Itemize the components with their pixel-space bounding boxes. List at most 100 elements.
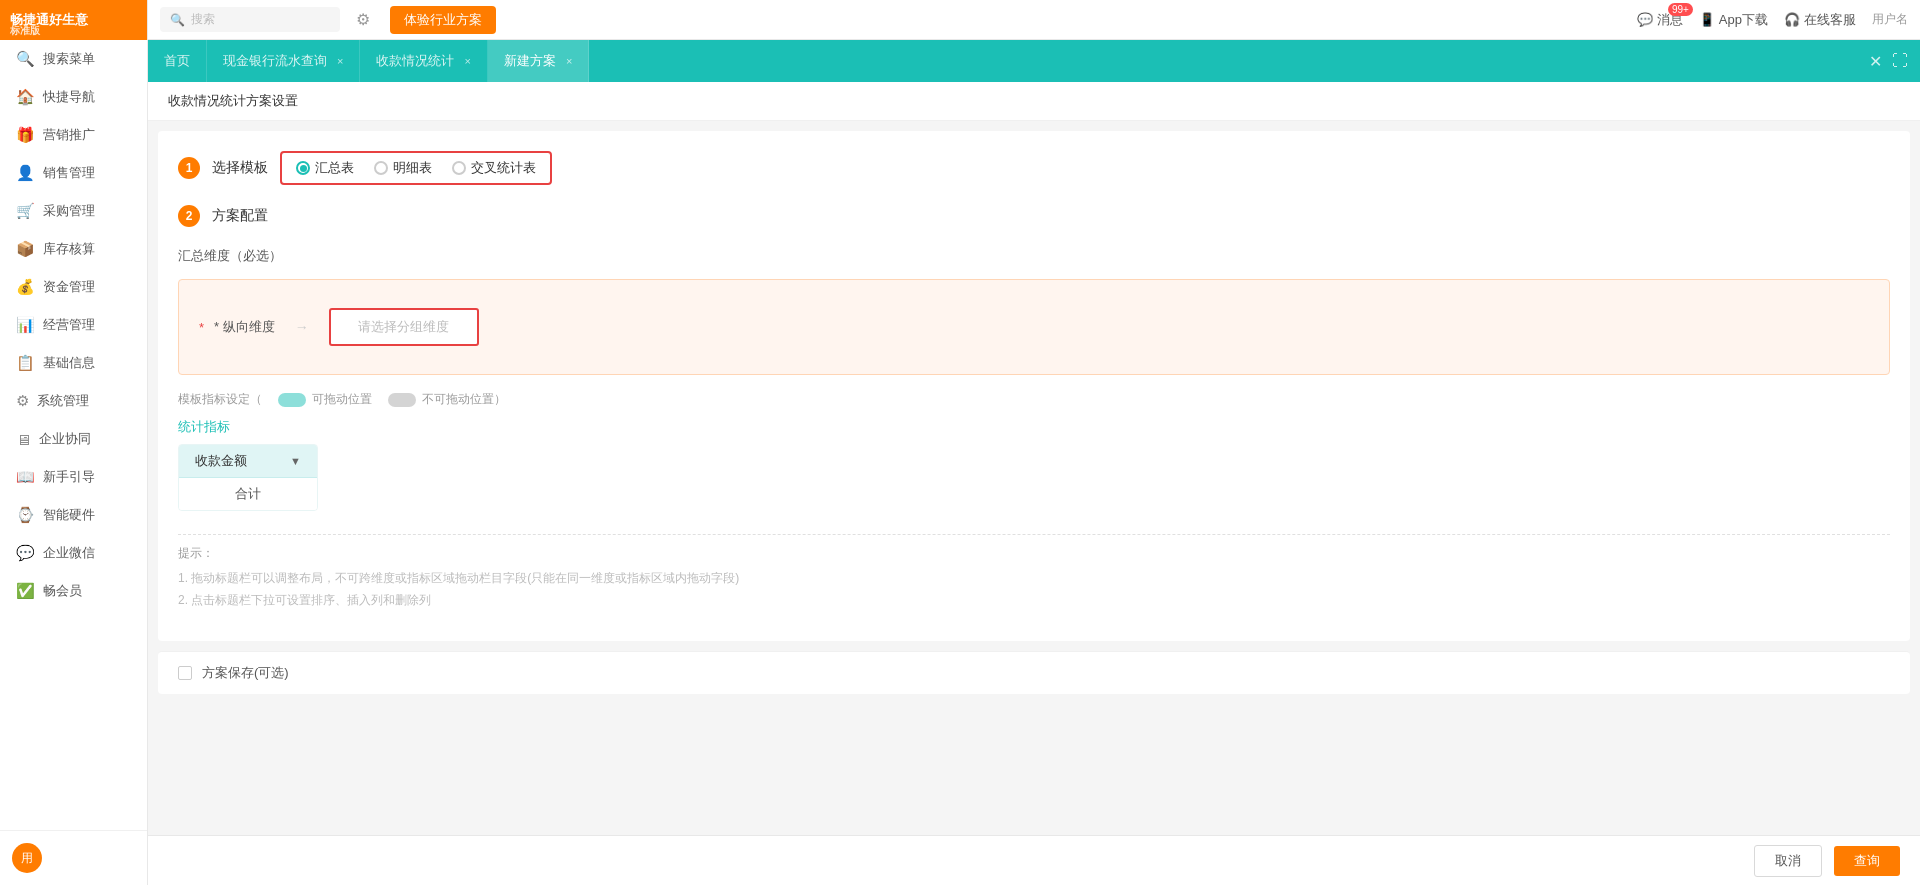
sidebar-item-label: 系统管理 <box>37 392 89 410</box>
tab-receipts-label: 收款情况统计 <box>376 52 454 70</box>
fixed-indicator <box>388 393 416 407</box>
main-section: 1 选择模板 汇总表 明细表 交叉统计表 <box>158 131 1910 641</box>
tab-bank-flow-close[interactable]: × <box>337 55 343 67</box>
sidebar-item-label: 智能硬件 <box>43 506 95 524</box>
tab-bank-flow-label: 现金银行流水查询 <box>223 52 327 70</box>
footer-bar: 取消 查询 <box>148 835 1920 885</box>
stats-column-label: 收款金额 <box>195 452 247 470</box>
window-close-icon[interactable]: ✕ <box>1869 52 1882 71</box>
sidebar-item-label: 库存核算 <box>43 240 95 258</box>
page-title: 收款情况统计方案设置 <box>168 93 298 108</box>
topbar: 🔍 搜索 ⚙ 体验行业方案 💬 消息 99+ 📱 App下载 🎧 在线客服 用户… <box>148 0 1920 40</box>
radio-detail-circle <box>374 161 388 175</box>
sidebar-item-system[interactable]: ⚙ 系统管理 <box>0 382 147 420</box>
download-icon: 📱 <box>1699 12 1715 27</box>
radio-detail-label: 明细表 <box>393 159 432 177</box>
wechat-icon: 💬 <box>16 544 35 562</box>
step2-row: 2 方案配置 <box>178 205 1890 227</box>
fixed-legend: 不可拖动位置） <box>388 391 506 408</box>
tab-receipts-stats[interactable]: 收款情况统计 × <box>360 40 487 82</box>
chevron-down-icon[interactable]: ▼ <box>290 455 301 467</box>
sidebar-item-label: 营销推广 <box>43 126 95 144</box>
search-bar[interactable]: 🔍 搜索 <box>160 7 340 32</box>
indicator-settings-label: 模板指标设定（ <box>178 391 262 408</box>
sidebar-item-label: 采购管理 <box>43 202 95 220</box>
marketing-icon: 🎁 <box>16 126 35 144</box>
tab-receipts-close[interactable]: × <box>464 55 470 67</box>
step1-badge: 1 <box>178 157 200 179</box>
tips-title: 提示： <box>178 545 1890 562</box>
query-button[interactable]: 查询 <box>1834 846 1900 876</box>
sidebar-item-quick-nav[interactable]: 🏠 快捷导航 <box>0 78 147 116</box>
sidebar-item-sales[interactable]: 👤 销售管理 <box>0 154 147 192</box>
tab-home[interactable]: 首页 <box>148 40 207 82</box>
search-menu-icon: 🔍 <box>16 50 35 68</box>
hardware-icon: ⌚ <box>16 506 35 524</box>
cancel-button[interactable]: 取消 <box>1754 845 1822 877</box>
funds-icon: 💰 <box>16 278 35 296</box>
sidebar-item-member[interactable]: ✅ 畅会员 <box>0 572 147 610</box>
sidebar-item-enterprise[interactable]: 🖥 企业协同 <box>0 420 147 458</box>
quick-nav-icon: 🏠 <box>16 88 35 106</box>
tab-new-plan[interactable]: 新建方案 × <box>488 40 589 82</box>
download-item[interactable]: 📱 App下载 <box>1699 11 1768 29</box>
vertical-label: * 纵向维度 <box>214 318 275 336</box>
radio-summary-circle <box>296 161 310 175</box>
sidebar-item-label: 经营管理 <box>43 316 95 334</box>
radio-cross[interactable]: 交叉统计表 <box>452 159 536 177</box>
step1-row: 1 选择模板 汇总表 明细表 交叉统计表 <box>178 151 1890 185</box>
system-icon: ⚙ <box>16 392 29 410</box>
avatar: 用 <box>12 843 42 873</box>
tips-section: 提示： 1. 拖动标题栏可以调整布局，不可跨维度或指标区域拖动栏目字段(只能在同… <box>178 534 1890 621</box>
sidebar-item-basics[interactable]: 📋 基础信息 <box>0 344 147 382</box>
search-icon: 🔍 <box>170 13 185 27</box>
page-title-bar: 收款情况统计方案设置 <box>148 82 1920 121</box>
sidebar-item-hardware[interactable]: ⌚ 智能硬件 <box>0 496 147 534</box>
user-item[interactable]: 用户名 <box>1872 11 1908 28</box>
required-star: * <box>199 320 204 335</box>
window-controls: ✕ ⛶ <box>1869 52 1920 71</box>
sales-icon: 👤 <box>16 164 35 182</box>
fixed-label: 不可拖动位置） <box>422 391 506 408</box>
sidebar-item-purchase[interactable]: 🛒 采购管理 <box>0 192 147 230</box>
settings-icon[interactable]: ⚙ <box>356 10 370 29</box>
stats-table-header: 收款金额 ▼ <box>179 445 317 478</box>
sidebar: 畅捷通好生意 标准版 🔍 搜索菜单 🏠 快捷导航 🎁 营销推广 👤 销售管理 🛒… <box>0 0 148 885</box>
step1-label: 选择模板 <box>212 159 268 177</box>
tab-new-plan-label: 新建方案 <box>504 52 556 70</box>
version-badge: 标准版 <box>10 24 40 38</box>
sidebar-item-search-menu[interactable]: 🔍 搜索菜单 <box>0 40 147 78</box>
stats-table: 收款金额 ▼ 合计 <box>178 444 318 511</box>
sidebar-item-label: 资金管理 <box>43 278 95 296</box>
stats-total-label: 合计 <box>235 486 261 501</box>
draggable-legend: 可拖动位置 <box>278 391 372 408</box>
notification-item[interactable]: 💬 消息 99+ <box>1637 11 1683 29</box>
summary-dimension-title: 汇总维度（必选） <box>178 247 1890 265</box>
save-checkbox[interactable] <box>178 666 192 680</box>
purchase-icon: 🛒 <box>16 202 35 220</box>
sidebar-item-operations[interactable]: 📊 经营管理 <box>0 306 147 344</box>
stock-icon: 📦 <box>16 240 35 258</box>
sidebar-item-guide[interactable]: 📖 新手引导 <box>0 458 147 496</box>
dimension-select[interactable]: 请选择分组维度 <box>329 308 479 346</box>
sidebar-item-label: 基础信息 <box>43 354 95 372</box>
service-icon: 🎧 <box>1784 12 1800 27</box>
sidebar-item-funds[interactable]: 💰 资金管理 <box>0 268 147 306</box>
sidebar-item-marketing[interactable]: 🎁 营销推广 <box>0 116 147 154</box>
notification-icon: 💬 <box>1637 12 1653 27</box>
service-label: 在线客服 <box>1804 11 1856 29</box>
draggable-indicator <box>278 393 306 407</box>
radio-summary[interactable]: 汇总表 <box>296 159 354 177</box>
sidebar-item-wechat[interactable]: 💬 企业微信 <box>0 534 147 572</box>
search-placeholder: 搜索 <box>191 11 215 28</box>
tab-new-plan-close[interactable]: × <box>566 55 572 67</box>
orange-dimension-area: * * 纵向维度 → 请选择分组维度 <box>178 279 1890 375</box>
radio-cross-label: 交叉统计表 <box>471 159 536 177</box>
tab-bank-flow[interactable]: 现金银行流水查询 × <box>207 40 360 82</box>
sidebar-item-label: 畅会员 <box>43 582 82 600</box>
radio-detail[interactable]: 明细表 <box>374 159 432 177</box>
sidebar-item-stock[interactable]: 📦 库存核算 <box>0 230 147 268</box>
trial-button[interactable]: 体验行业方案 <box>390 6 496 34</box>
window-maximize-icon[interactable]: ⛶ <box>1892 52 1908 70</box>
service-item[interactable]: 🎧 在线客服 <box>1784 11 1856 29</box>
